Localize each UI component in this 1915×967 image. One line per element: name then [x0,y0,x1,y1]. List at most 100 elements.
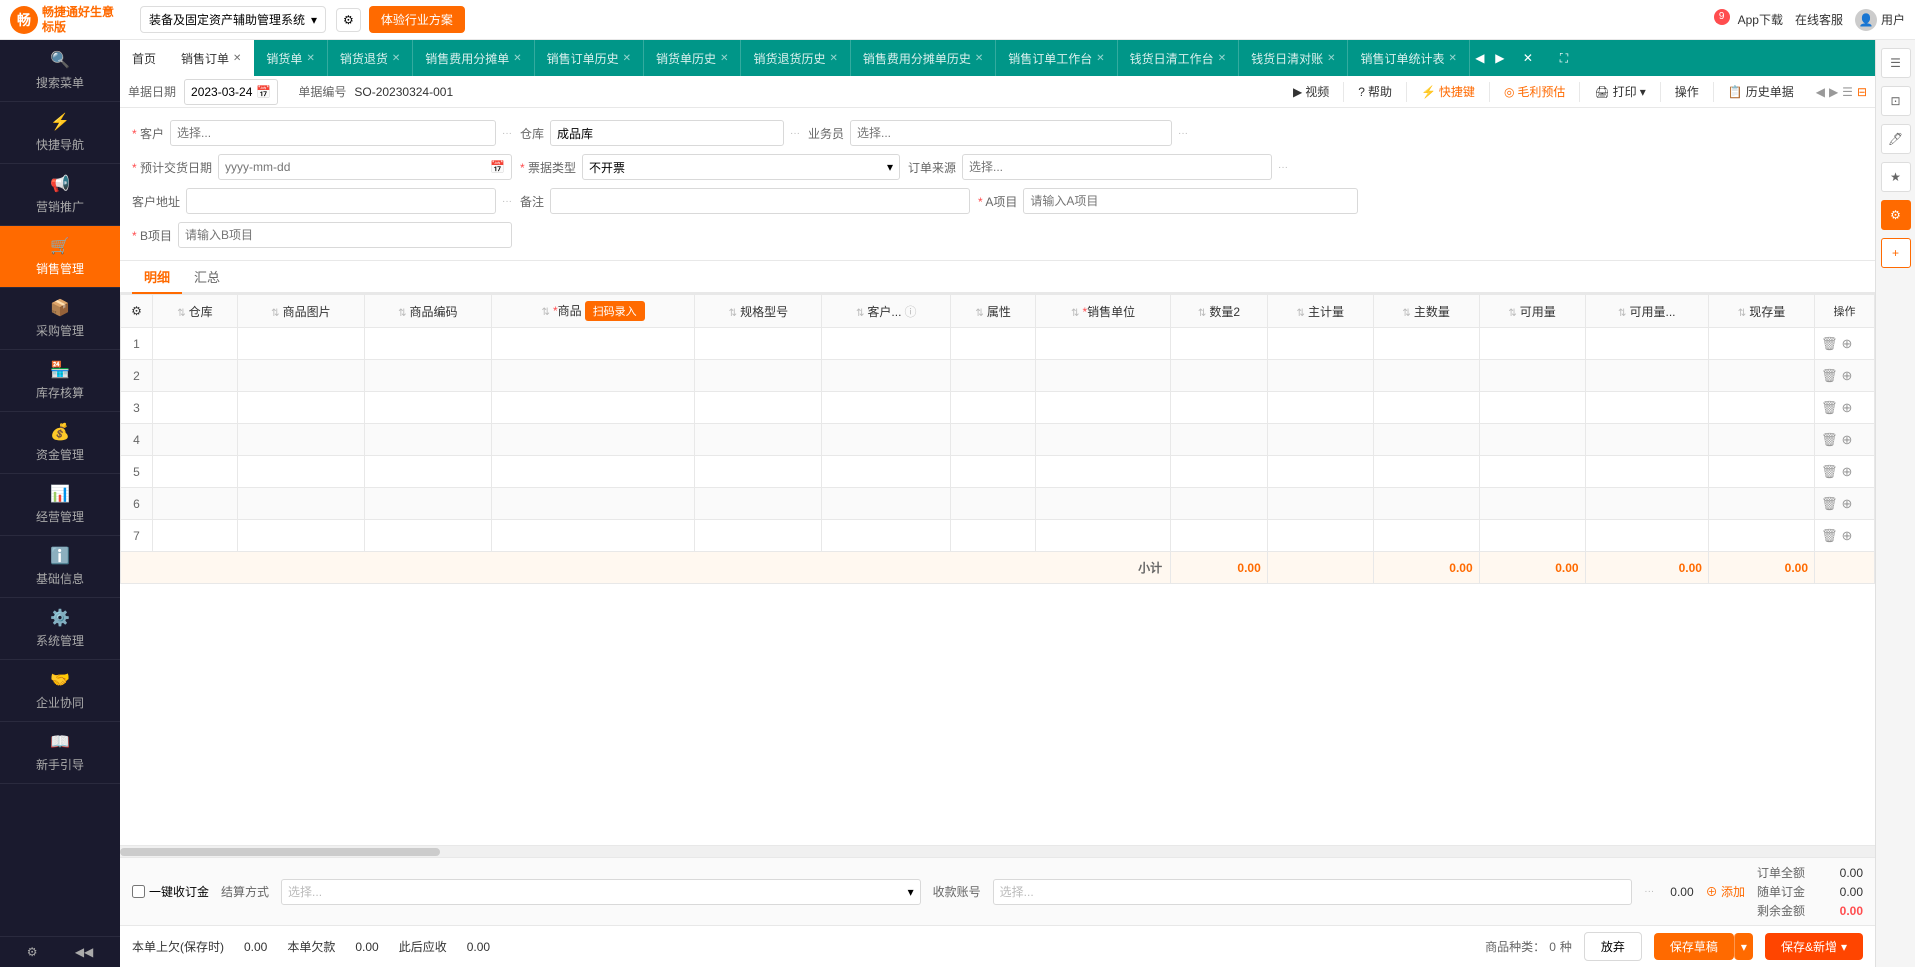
profit-btn[interactable]: ◎ 毛利预估 [1498,81,1572,102]
row-2-qty2[interactable] [1171,360,1268,392]
tab-close-sales-fee-history[interactable]: ✕ [975,53,983,64]
sidebar-item-quick[interactable]: ⚡ 快捷导航 [0,102,120,164]
row-2-goods[interactable] [491,360,695,392]
th-settings[interactable]: ⚙ [121,295,153,328]
order-source-expand-btn[interactable]: ··· [1278,162,1288,173]
row-6-goods[interactable] [491,488,695,520]
account-expand-btn[interactable]: ··· [1644,886,1654,897]
tab-detail[interactable]: 明细 [132,261,182,294]
row-7-delete-btn[interactable]: 🗑 [1821,528,1838,544]
payment-method-select[interactable]: 选择... ▾ [281,879,921,905]
sidebar-collapse-icon[interactable]: ◀◀ [75,945,93,959]
row-3-warehouse[interactable] [153,392,238,424]
app-download-btn[interactable]: App下载 [1738,11,1783,28]
tab-cash-desk[interactable]: 钱货日清工作台 ✕ [1118,40,1239,76]
row-5-image[interactable] [237,456,364,488]
row-5-unit[interactable] [1036,456,1171,488]
row-4-customer-code[interactable] [822,424,951,456]
sidebar-item-guide[interactable]: 📖 新手引导 [0,722,120,784]
tab-close-sales-return-history[interactable]: ✕ [829,53,837,64]
th-stock[interactable]: ⇅ 现存量 [1708,295,1814,328]
row-4-image[interactable] [237,424,364,456]
delivery-date-field[interactable]: 📅 [218,154,512,180]
sidebar-item-marketing[interactable]: 📢 营销推广 [0,164,120,226]
account-select[interactable]: 选择... [993,879,1633,905]
row-6-copy-btn[interactable]: ⊕ [1842,496,1853,512]
sidebar-item-operations[interactable]: 📊 经营管理 [0,474,120,536]
row-3-customer-code[interactable] [822,392,951,424]
row-1-spec[interactable] [695,328,822,360]
row-7-spec[interactable] [695,520,822,552]
warehouse-expand-btn[interactable]: ··· [790,128,800,139]
row-4-available[interactable] [1479,424,1585,456]
row-2-code[interactable] [364,360,491,392]
row-2-delete-btn[interactable]: 🗑 [1821,368,1838,384]
right-icon-add[interactable]: + [1881,238,1911,268]
row-7-copy-btn[interactable]: ⊕ [1842,528,1853,544]
row-7-code[interactable] [364,520,491,552]
right-icon-2[interactable]: ⊡ [1881,86,1911,116]
th-spec[interactable]: ⇅ 规格型号 [695,295,822,328]
row-3-main-qty[interactable] [1373,392,1479,424]
row-6-code[interactable] [364,488,491,520]
right-icon-settings[interactable]: ⚙ [1881,200,1911,230]
row-5-code[interactable] [364,456,491,488]
row-6-attr[interactable] [951,488,1036,520]
row-6-unit[interactable] [1036,488,1171,520]
row-3-main-unit[interactable] [1267,392,1373,424]
tab-close-sales-order-desk[interactable]: ✕ [1096,53,1104,64]
sidebar-item-finance[interactable]: 💰 资金管理 [0,412,120,474]
row-5-delete-btn[interactable]: 🗑 [1821,464,1838,480]
remark-input[interactable] [550,188,970,214]
row-6-available[interactable] [1479,488,1585,520]
th-goods[interactable]: ⇅ *商品 扫码录入 [491,295,695,328]
row-5-warehouse[interactable] [153,456,238,488]
table-scroll-bar[interactable] [120,845,1875,857]
save-draft-btn[interactable]: 保存草稿 [1654,933,1734,960]
th-available2[interactable]: ⇅ 可用量... [1585,295,1708,328]
row-1-warehouse[interactable] [153,328,238,360]
th-unit[interactable]: ⇅ *销售单位 [1036,295,1171,328]
row-1-copy-btn[interactable]: ⊕ [1842,336,1853,352]
row-3-copy-btn[interactable]: ⊕ [1842,400,1853,416]
row-4-main-qty[interactable] [1373,424,1479,456]
row-7-customer-code[interactable] [822,520,951,552]
table-icon[interactable]: ⊟ [1857,85,1867,99]
row-2-main-qty[interactable] [1373,360,1479,392]
row-3-available2[interactable] [1585,392,1708,424]
operate-btn[interactable]: 操作 [1669,81,1705,102]
row-1-attr[interactable] [951,328,1036,360]
print-btn[interactable]: 🖨 打印 ▾ [1588,81,1651,102]
save-new-btn[interactable]: 保存&新增 ▾ [1765,933,1863,960]
tab-close-sales-order-history[interactable]: ✕ [623,53,631,64]
staff-input[interactable] [850,120,1172,146]
history-btn[interactable]: 📋 历史单据 [1722,81,1800,102]
row-7-attr[interactable] [951,520,1036,552]
row-1-available[interactable] [1479,328,1585,360]
row-5-copy-btn[interactable]: ⊕ [1842,464,1853,480]
row-6-main-qty[interactable] [1373,488,1479,520]
sidebar-item-basic[interactable]: ℹ️ 基础信息 [0,536,120,598]
row-5-available[interactable] [1479,456,1585,488]
row-1-qty2[interactable] [1171,328,1268,360]
table-container[interactable]: ⚙ ⇅ 仓库 ⇅ 商品图片 ⇅ 商品编码 ⇅ *商品 扫码录入 [120,294,1875,845]
tab-home[interactable]: 首页 [120,40,169,76]
customer-expand-btn[interactable]: ··· [502,128,512,139]
row-4-warehouse[interactable] [153,424,238,456]
system-selector[interactable]: 装备及固定资产辅助管理系统 ▾ [140,6,326,33]
settings-btn[interactable]: ⚙ [336,8,361,32]
row-6-main-unit[interactable] [1267,488,1373,520]
tab-close-sales-goods[interactable]: ✕ [306,53,314,64]
row-6-qty2[interactable] [1171,488,1268,520]
tab-fullscreen-btn[interactable]: ⛶ [1546,40,1582,76]
row-5-available2[interactable] [1585,456,1708,488]
user-area[interactable]: 👤 用户 [1855,9,1905,31]
row-5-goods[interactable] [491,456,695,488]
row-6-stock[interactable] [1708,488,1814,520]
th-available[interactable]: ⇅ 可用量 [1479,295,1585,328]
th-warehouse[interactable]: ⇅ 仓库 [153,295,238,328]
tab-next-btn[interactable]: ▶ [1490,40,1510,76]
row-7-qty2[interactable] [1171,520,1268,552]
address-expand-btn[interactable]: ··· [502,196,512,207]
row-2-spec[interactable] [695,360,822,392]
